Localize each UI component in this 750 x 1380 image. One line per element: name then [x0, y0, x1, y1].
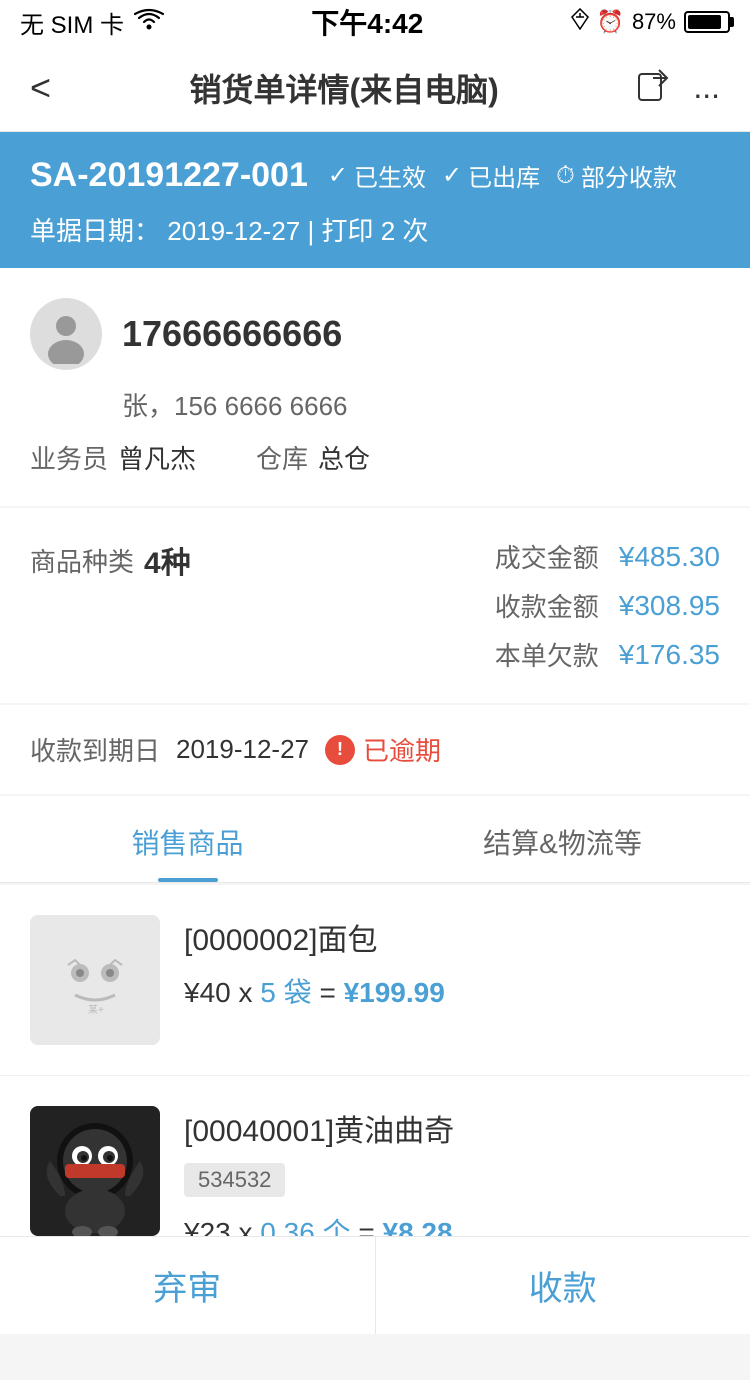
stats-section: 商品种类 4种 成交金额 ¥485.30 收款金额 ¥308.95 本单欠款 ¥… — [0, 508, 750, 703]
salesperson-item: 业务员 曾凡杰 — [30, 439, 196, 476]
cancel-button[interactable]: 弃审 — [0, 1237, 376, 1334]
status-bar-time: 下午4:42 — [311, 2, 423, 42]
customer-section: 17666666666 张，156 6666 6666 业务员 曾凡杰 仓库 总… — [0, 268, 750, 506]
page-title: 销货单详情(来自电脑) — [190, 65, 499, 111]
more-icon[interactable]: ... — [693, 69, 720, 106]
stats-amount: 成交金额 ¥485.30 — [495, 538, 720, 575]
badge-partial: ⏱ 部分收款 — [556, 158, 677, 193]
due-date-section: 收款到期日 2019-12-27 ! 已逾期 — [0, 705, 750, 794]
stats-owed: 本单欠款 ¥176.35 — [495, 636, 720, 673]
order-id: SA-20191227-001 — [30, 156, 308, 195]
product-thumbnail-2 — [30, 1106, 160, 1236]
confirm-button[interactable]: 收款 — [376, 1237, 750, 1334]
share-icon[interactable] — [637, 66, 673, 110]
tabs-container: 销售商品 结算&物流等 — [0, 796, 750, 883]
customer-phone: 17666666666 — [122, 313, 342, 355]
check-icon: ✓ — [328, 161, 348, 190]
battery-icon — [684, 11, 730, 33]
wifi-icon — [134, 8, 164, 37]
product-name-1: [0000002]面包 — [184, 915, 720, 959]
header-banner: SA-20191227-001 ✓ 已生效 ✓ 已出库 ⏱ 部分收款 单据日期：… — [0, 132, 750, 268]
stats-right: 成交金额 ¥485.30 收款金额 ¥308.95 本单欠款 ¥176.35 — [495, 538, 720, 673]
product-thumbnail-1: 某+ — [30, 915, 160, 1045]
overdue-icon: ! — [325, 735, 355, 765]
status-bar-left: 无 SIM 卡 — [20, 5, 164, 40]
clock-icon: ⏱ — [556, 162, 575, 190]
product-name-2: [00040001]黄油曲奇 — [184, 1106, 720, 1150]
customer-name: 张，156 6666 6666 — [122, 386, 720, 423]
stats-received: 收款金额 ¥308.95 — [495, 587, 720, 624]
nav-bar: < 销货单详情(来自电脑) ... — [0, 44, 750, 132]
sim-label: 无 SIM 卡 — [20, 5, 124, 40]
placeholder-image-1: 某+ — [30, 915, 160, 1045]
banner-badges: ✓ 已生效 ✓ 已出库 ⏱ 部分收款 — [328, 158, 677, 193]
badge-shipped: ✓ 已出库 — [442, 158, 540, 193]
banner-date: 单据日期： 2019-12-27 | 打印 2 次 — [30, 211, 720, 248]
bottom-bar: 弃审 收款 — [0, 1236, 750, 1334]
badge-activated: ✓ 已生效 — [328, 158, 426, 193]
customer-header: 17666666666 — [30, 298, 720, 370]
product-info-1: [0000002]面包 ¥40 x 5 袋 = ¥199.99 — [184, 915, 720, 1011]
product-info-2: [00040001]黄油曲奇 534532 ¥23 x 0.36 个 = ¥8.… — [184, 1106, 720, 1251]
overdue-badge: ! 已逾期 — [325, 731, 441, 768]
svg-text:某+: 某+ — [88, 1004, 104, 1015]
check-icon-2: ✓ — [442, 161, 462, 190]
customer-meta: 业务员 曾凡杰 仓库 总仓 — [30, 439, 720, 476]
list-item: 某+ [0000002]面包 ¥40 x 5 袋 = ¥199.99 — [0, 885, 750, 1076]
product-list: 某+ [0000002]面包 ¥40 x 5 袋 = ¥199.99 — [0, 885, 750, 1282]
alarm-icon: ⏰ — [597, 9, 624, 35]
product-sku-2: 534532 — [184, 1163, 285, 1197]
product-type: 商品种类 4种 — [30, 538, 191, 582]
product-price-1: ¥40 x 5 袋 = ¥199.99 — [184, 971, 720, 1011]
warehouse-item: 仓库 总仓 — [256, 439, 370, 476]
nav-actions: ... — [637, 66, 720, 110]
location-icon — [571, 8, 589, 36]
status-bar-right: ⏰ 87% — [571, 8, 730, 36]
back-button[interactable]: < — [30, 67, 51, 109]
tab-settlement[interactable]: 结算&物流等 — [375, 796, 750, 882]
tab-products[interactable]: 销售商品 — [0, 796, 375, 882]
status-bar: 无 SIM 卡 下午4:42 ⏰ 87% — [0, 0, 750, 44]
avatar — [30, 298, 102, 370]
battery-percentage: 87% — [632, 9, 676, 35]
